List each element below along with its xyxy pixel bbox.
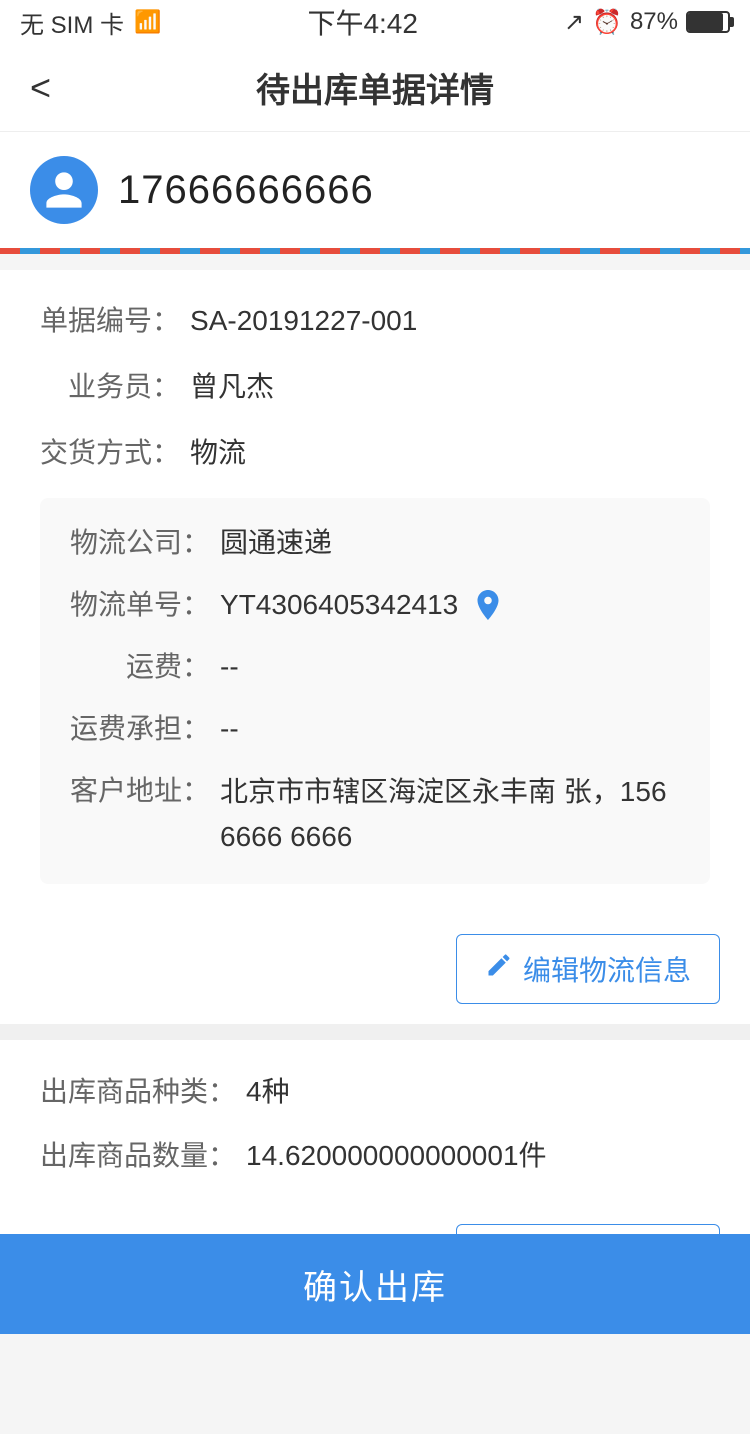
order-no-value: SA-20191227-001	[190, 300, 710, 342]
address-value: 北京市市辖区海淀区永丰南 张，156 6666 6666	[220, 770, 680, 860]
logistics-company-label: 物流公司：	[70, 522, 210, 564]
logistics-company-row: 物流公司： 圆通速递	[70, 522, 680, 564]
user-phone: 17666666666	[118, 168, 374, 213]
goods-qty-value: 14.620000000000001件	[246, 1134, 547, 1174]
tracking-no-label: 物流单号：	[70, 584, 210, 626]
page-title: 待出库单据详情	[256, 63, 494, 112]
status-bar: 无 SIM 卡 📶 下午4:42 ↗ ⏰ 87%	[0, 0, 750, 44]
status-right: ↗ ⏰ 87%	[564, 8, 730, 37]
order-no-label: 单据编号：	[40, 300, 180, 342]
freight-bear-value: --	[220, 708, 680, 750]
freight-label: 运费：	[70, 646, 210, 688]
nav-bar: < 待出库单据详情	[0, 44, 750, 132]
order-no-row: 单据编号： SA-20191227-001	[40, 300, 710, 342]
goods-type-row: 出库商品种类： 4种	[40, 1070, 710, 1110]
address-row: 客户地址： 北京市市辖区海淀区永丰南 张，156 6666 6666	[70, 770, 680, 860]
delivery-label: 交货方式：	[40, 432, 180, 474]
alarm-icon: ⏰	[592, 8, 622, 37]
edit-logistics-button[interactable]: 编辑物流信息	[456, 934, 720, 1004]
logistics-company-value: 圆通速递	[220, 522, 680, 564]
section-separator	[0, 1024, 750, 1040]
order-info-section: 单据编号： SA-20191227-001 业务员： 曾凡杰 交货方式： 物流 …	[0, 270, 750, 914]
edit-btn-row: 编辑物流信息	[0, 914, 750, 1024]
goods-qty-label: 出库商品数量：	[40, 1134, 236, 1174]
logistics-card: 物流公司： 圆通速递 物流单号： YT4306405342413 运费： -- …	[40, 498, 710, 884]
tracking-no-row: 物流单号： YT4306405342413	[70, 584, 680, 626]
back-button[interactable]: <	[30, 67, 51, 109]
freight-row: 运费： --	[70, 646, 680, 688]
location-status-icon: ↗	[564, 8, 584, 37]
user-icon	[42, 168, 86, 212]
delivery-row: 交货方式： 物流	[40, 432, 710, 474]
edit-icon	[485, 951, 513, 986]
goods-type-value: 4种	[246, 1070, 290, 1110]
goods-type-label: 出库商品种类：	[40, 1070, 236, 1110]
battery-icon	[686, 11, 730, 33]
confirm-button-label: 确认出库	[303, 1260, 447, 1309]
address-label: 客户地址：	[70, 770, 210, 812]
dashed-divider	[0, 248, 750, 254]
freight-bear-row: 运费承担： --	[70, 708, 680, 750]
battery-percent: 87%	[630, 8, 678, 36]
tracking-number-text: YT4306405342413	[220, 584, 458, 626]
edit-button-label: 编辑物流信息	[523, 949, 691, 989]
carrier-label: 无 SIM 卡	[20, 5, 124, 40]
map-pin-icon[interactable]	[470, 587, 506, 623]
goods-qty-row: 出库商品数量： 14.620000000000001件	[40, 1134, 710, 1174]
freight-bear-label: 运费承担：	[70, 708, 210, 750]
freight-value: --	[220, 646, 680, 688]
salesperson-row: 业务员： 曾凡杰	[40, 366, 710, 408]
tracking-no-value: YT4306405342413	[220, 584, 680, 626]
status-left: 无 SIM 卡 📶	[20, 5, 161, 40]
salesperson-value: 曾凡杰	[190, 366, 710, 408]
confirm-button[interactable]: 确认出库	[0, 1234, 750, 1334]
delivery-value: 物流	[190, 432, 710, 474]
salesperson-label: 业务员：	[40, 366, 180, 408]
wifi-icon: 📶	[134, 9, 161, 35]
status-time: 下午4:42	[307, 2, 418, 42]
goods-section: 出库商品种类： 4种 出库商品数量： 14.620000000000001件	[0, 1040, 750, 1204]
user-header: 17666666666	[0, 132, 750, 248]
avatar	[30, 156, 98, 224]
